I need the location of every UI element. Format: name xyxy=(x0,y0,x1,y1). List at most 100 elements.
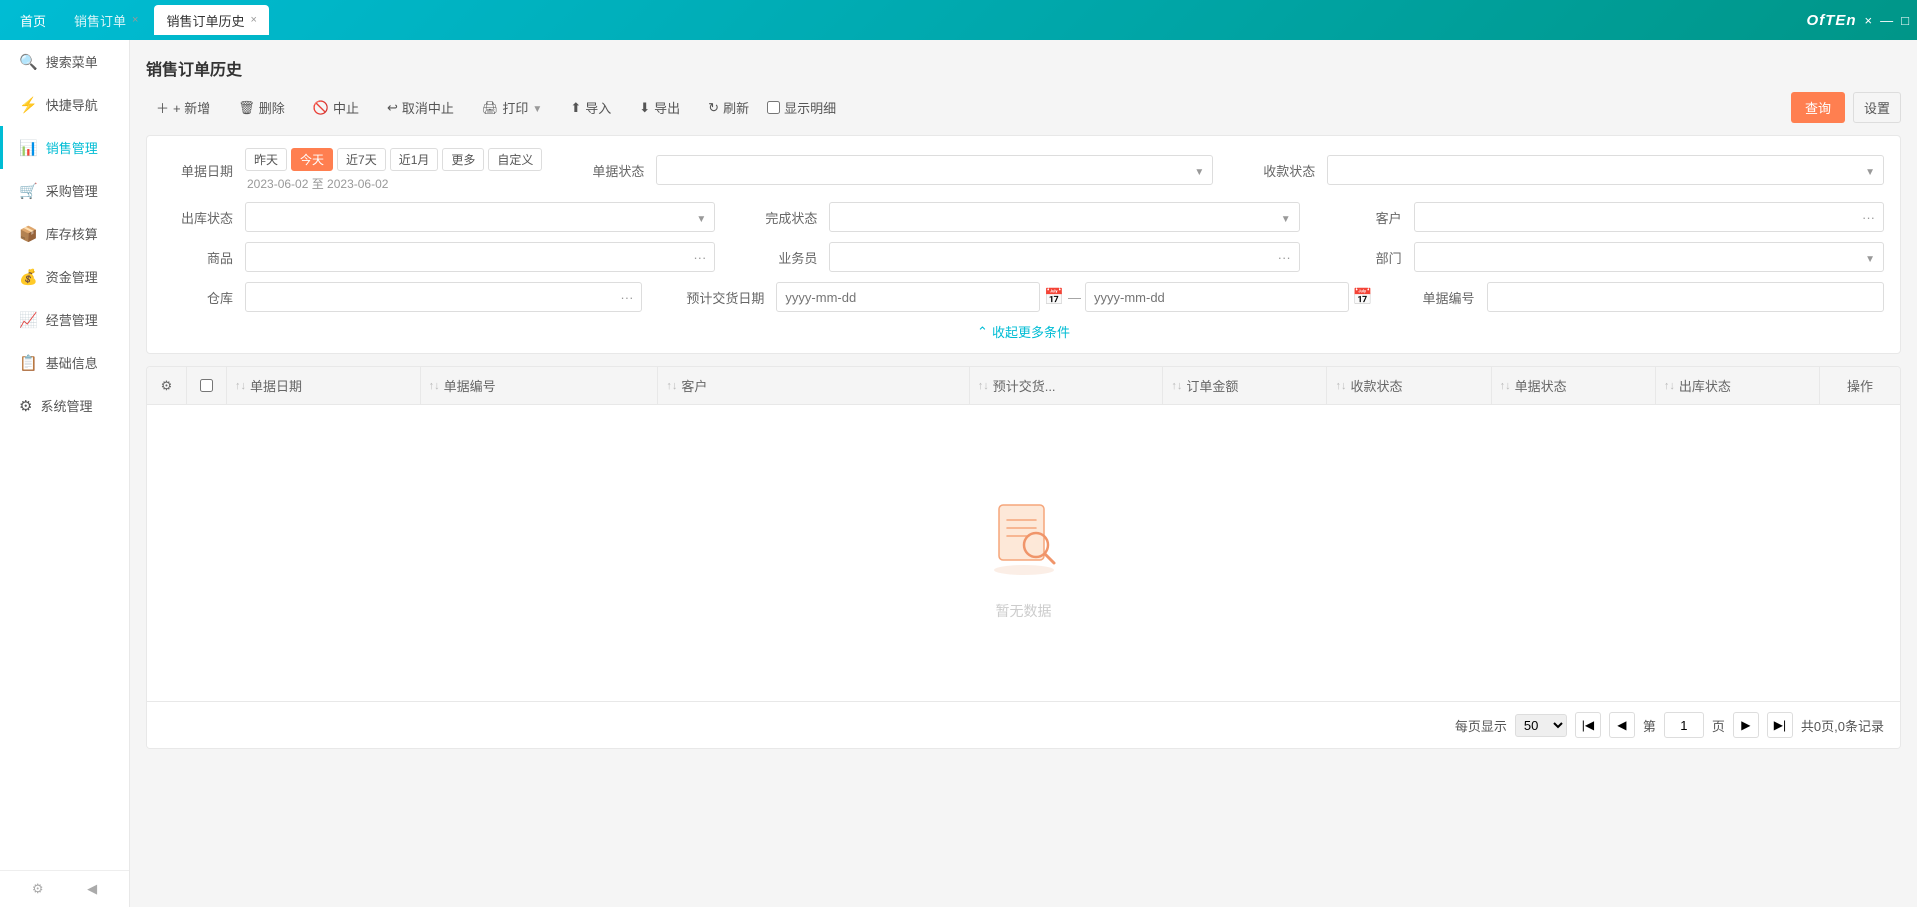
sidebar-item-quick-nav[interactable]: ⚡ 快捷导航 xyxy=(0,83,129,126)
sidebar-item-purchase[interactable]: 🛒 采购管理 xyxy=(0,169,129,212)
salesperson-dropdown[interactable]: ··· xyxy=(829,242,1299,272)
sales-icon: 📊 xyxy=(19,139,38,157)
export-button[interactable]: ⬇ 导出 xyxy=(629,93,690,122)
complete-status-dropdown[interactable] xyxy=(829,202,1299,232)
sidebar-item-base[interactable]: 📋 基础信息 xyxy=(0,341,129,384)
th-delivery[interactable]: ↑↓ 预计交货... xyxy=(970,367,1164,404)
sidebar-item-search-menu[interactable]: 🔍 搜索菜单 xyxy=(0,40,129,83)
import-button[interactable]: ⬆ 导入 xyxy=(560,93,621,122)
data-table: ⚙ ↑↓ 单据日期 ↑↓ 单据编号 ↑↓ 客户 ↑↓ xyxy=(146,366,1901,749)
th-doc-status[interactable]: ↑↓ 单据状态 xyxy=(1492,367,1656,404)
doc-status-dropdown[interactable] xyxy=(656,155,1213,185)
warehouse-select[interactable]: ··· xyxy=(245,282,642,312)
print-button[interactable]: 🖨 打印 xyxy=(472,93,552,122)
sidebar-item-operation[interactable]: 📈 经营管理 xyxy=(0,298,129,341)
th-checkbox[interactable] xyxy=(187,367,227,404)
date-today-btn[interactable]: 今天 xyxy=(291,148,333,171)
th-date[interactable]: ↑↓ 单据日期 xyxy=(227,367,421,404)
sort-icon-delivery: ↑↓ xyxy=(978,380,989,392)
tab-home-label: 首页 xyxy=(20,11,46,30)
topbar-minimize-icon[interactable]: — xyxy=(1880,13,1893,28)
sidebar-item-system[interactable]: ⚙ 系统管理 xyxy=(0,384,129,427)
display-cols-checkbox[interactable] xyxy=(767,101,780,114)
out-status-chevron-icon xyxy=(696,210,706,225)
topbar-close-icon[interactable]: × xyxy=(1865,13,1873,28)
settings-button[interactable]: 设置 xyxy=(1853,92,1901,123)
delivery-date-start-input[interactable] xyxy=(776,282,1040,312)
prev-page-btn[interactable]: ◀ xyxy=(1609,712,1635,738)
out-status-dropdown[interactable] xyxy=(245,202,715,232)
complete-status-select[interactable] xyxy=(829,202,1299,232)
doc-num-input[interactable] xyxy=(1487,282,1884,312)
date-7days-btn[interactable]: 近7天 xyxy=(337,148,386,171)
calendar-start-icon[interactable]: 📅 xyxy=(1044,287,1064,307)
th-out-status[interactable]: ↑↓ 出库状态 xyxy=(1656,367,1820,404)
date-custom-btn[interactable]: 自定义 xyxy=(488,148,542,171)
topbar-maximize-icon[interactable]: □ xyxy=(1901,13,1909,28)
product-select[interactable]: ··· xyxy=(245,242,715,272)
sidebar-item-inventory[interactable]: 📦 库存核算 xyxy=(0,212,129,255)
th-num[interactable]: ↑↓ 单据编号 xyxy=(421,367,659,404)
salesperson-select[interactable]: ··· xyxy=(829,242,1299,272)
sidebar-collapse-icon[interactable]: ◀ xyxy=(87,881,97,897)
first-page-btn[interactable]: |◀ xyxy=(1575,712,1601,738)
operation-icon: 📈 xyxy=(19,311,38,329)
display-cols-checkbox-area[interactable]: 显示明细 xyxy=(767,98,836,117)
delete-button[interactable]: 🗑 删除 xyxy=(228,93,295,122)
doc-num-input-area[interactable] xyxy=(1487,282,1884,312)
product-dropdown[interactable]: ··· xyxy=(245,242,715,272)
display-cols-label: 显示明细 xyxy=(784,98,836,117)
th-customer-label: 客户 xyxy=(681,376,707,395)
page-number-input[interactable] xyxy=(1664,712,1704,738)
th-action: 操作 xyxy=(1820,367,1900,404)
date-yesterday-btn[interactable]: 昨天 xyxy=(245,148,287,171)
import-icon: ⬆ xyxy=(570,100,581,116)
per-page-select[interactable]: 50 100 200 xyxy=(1515,714,1567,737)
tab-home[interactable]: 首页 xyxy=(8,5,58,35)
stop-button[interactable]: 🚫 中止 xyxy=(303,93,369,122)
th-settings[interactable]: ⚙ xyxy=(147,367,187,404)
dept-dropdown[interactable] xyxy=(1414,242,1884,272)
calendar-end-icon[interactable]: 📅 xyxy=(1353,287,1373,307)
delivery-date-end-input[interactable] xyxy=(1085,282,1349,312)
tab-sales-order-history-close[interactable]: × xyxy=(250,14,256,26)
print-chevron-icon xyxy=(532,100,542,115)
last-page-btn[interactable]: ▶| xyxy=(1767,712,1793,738)
doc-status-select[interactable] xyxy=(656,155,1213,185)
sidebar-settings-icon[interactable]: ⚙ xyxy=(32,881,44,897)
tab-sales-order-history[interactable]: 销售订单历史 × xyxy=(154,5,268,35)
settings-label: 设置 xyxy=(1864,98,1890,117)
th-amount[interactable]: ↑↓ 订单金额 xyxy=(1163,367,1327,404)
customer-select[interactable]: ··· xyxy=(1414,202,1884,232)
next-page-btn[interactable]: ▶ xyxy=(1733,712,1759,738)
refresh-button[interactable]: ↻ 刷新 xyxy=(698,93,759,122)
out-status-select[interactable] xyxy=(245,202,715,232)
export-label: 导出 xyxy=(654,98,680,117)
th-customer[interactable]: ↑↓ 客户 xyxy=(658,367,969,404)
dept-select[interactable] xyxy=(1414,242,1884,272)
query-button[interactable]: 查询 xyxy=(1791,92,1845,123)
receipt-status-select[interactable] xyxy=(1327,155,1884,185)
select-all-checkbox[interactable] xyxy=(200,379,213,392)
sidebar-bottom: ⚙ ◀ xyxy=(0,870,129,907)
sidebar-item-finance[interactable]: 💰 资金管理 xyxy=(0,255,129,298)
cancel-stop-button[interactable]: ↩ 取消中止 xyxy=(377,93,464,122)
customer-dropdown[interactable]: ··· xyxy=(1414,202,1884,232)
refresh-icon: ↻ xyxy=(708,100,719,116)
pagination: 每页显示 50 100 200 |◀ ◀ 第 页 ▶ ▶| 共0页,0条记录 xyxy=(147,701,1900,748)
search-menu-icon: 🔍 xyxy=(19,53,38,71)
date-1month-btn[interactable]: 近1月 xyxy=(390,148,439,171)
receipt-status-dropdown[interactable] xyxy=(1327,155,1884,185)
sidebar-item-sales[interactable]: 📊 销售管理 xyxy=(0,126,129,169)
tab-sales-order-close[interactable]: × xyxy=(132,14,138,26)
tab-sales-order[interactable]: 销售订单 × xyxy=(62,5,150,35)
date-field: 昨天 今天 近7天 近1月 更多 自定义 2023-06-02 至 2023-0… xyxy=(245,148,542,192)
quick-nav-icon: ⚡ xyxy=(19,96,38,114)
collapse-more-btn[interactable]: ⌃ 收起更多条件 xyxy=(163,322,1884,341)
date-more-btn[interactable]: 更多 xyxy=(442,148,484,171)
print-icon: 🖨 xyxy=(482,100,499,116)
product-dots: ··· xyxy=(693,250,706,265)
th-receipt-status[interactable]: ↑↓ 收款状态 xyxy=(1327,367,1491,404)
warehouse-dropdown[interactable]: ··· xyxy=(245,282,642,312)
add-button[interactable]: ＋ + 新增 xyxy=(146,93,220,122)
